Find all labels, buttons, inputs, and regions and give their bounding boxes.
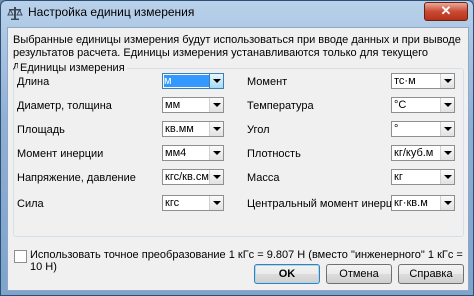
scales-icon [7, 7, 23, 20]
moment-unit-value: тс·м [394, 75, 416, 87]
diameter-unit-value: мм [165, 99, 181, 111]
label-inertia: Момент инерции [17, 148, 104, 160]
label-force: Сила [17, 198, 44, 210]
close-icon: ✕ [440, 3, 452, 18]
angle-unit-select[interactable]: ° [391, 121, 455, 137]
chevron-down-icon[interactable] [209, 170, 223, 184]
title-bar[interactable]: Настройка единиц измерения ✕ [1, 1, 473, 25]
chevron-down-icon[interactable] [209, 146, 223, 160]
central-inertia-unit-value: кг·кв.м [394, 197, 428, 209]
area-unit-value: кв.мм [165, 123, 194, 135]
mass-unit-value: кг [394, 171, 403, 183]
diameter-unit-select[interactable]: мм [162, 97, 224, 113]
chevron-down-icon[interactable] [440, 196, 454, 210]
temperature-unit-select[interactable]: °С [391, 97, 455, 113]
label-mass: Масса [247, 172, 280, 184]
chevron-down-icon[interactable] [209, 74, 223, 88]
inertia-unit-value: мм4 [165, 147, 187, 159]
precise-conversion-checkbox[interactable] [14, 250, 27, 263]
label-stress: Напряжение, давление [17, 172, 136, 184]
chevron-down-icon[interactable] [440, 122, 454, 136]
ok-button[interactable]: OK [254, 264, 320, 284]
chevron-down-icon[interactable] [440, 74, 454, 88]
angle-unit-value: ° [394, 123, 399, 135]
dialog-body: Выбранные единицы измерения будут исполь… [7, 27, 469, 291]
help-button[interactable]: Справка [398, 264, 464, 284]
chevron-down-icon[interactable] [440, 146, 454, 160]
chevron-down-icon[interactable] [209, 122, 223, 136]
label-central-inertia: Центральный момент инерции [247, 198, 405, 210]
chevron-down-icon[interactable] [440, 170, 454, 184]
cancel-button[interactable]: Отмена [326, 264, 392, 284]
chevron-down-icon[interactable] [209, 98, 223, 112]
label-temperature: Температура [247, 100, 314, 112]
length-unit-select[interactable]: м [162, 73, 224, 89]
area-unit-select[interactable]: кв.мм [162, 121, 224, 137]
mass-unit-select[interactable]: кг [391, 169, 455, 185]
length-unit-value: м [164, 75, 212, 87]
label-density: Плотность [247, 148, 301, 160]
chevron-down-icon[interactable] [209, 196, 223, 210]
label-area: Площадь [17, 124, 65, 136]
density-unit-value: кг/куб.м [394, 147, 434, 159]
window-title: Настройка единиц измерения [28, 5, 195, 19]
stress-unit-value: кгс/кв.см [165, 171, 209, 183]
units-group: Единицы измерения Длина м Диаметр, толщи… [13, 62, 464, 237]
inertia-unit-select[interactable]: мм4 [162, 145, 224, 161]
label-angle: Угол [247, 124, 270, 136]
group-title: Единицы измерения [18, 62, 127, 74]
label-diameter: Диаметр, толщина [17, 100, 112, 112]
moment-unit-select[interactable]: тс·м [391, 73, 455, 89]
chevron-down-icon[interactable] [440, 98, 454, 112]
force-unit-value: кгс [165, 197, 180, 209]
label-length: Длина [17, 76, 50, 88]
close-button[interactable]: ✕ [424, 2, 468, 21]
force-unit-select[interactable]: кгс [162, 195, 224, 211]
density-unit-select[interactable]: кг/куб.м [391, 145, 455, 161]
central-inertia-unit-select[interactable]: кг·кв.м [391, 195, 455, 211]
stress-unit-select[interactable]: кгс/кв.см [162, 169, 224, 185]
temperature-unit-value: °С [394, 99, 407, 111]
label-moment: Момент [247, 76, 288, 88]
dialog-window: Настройка единиц измерения ✕ Выбранные е… [0, 0, 474, 296]
